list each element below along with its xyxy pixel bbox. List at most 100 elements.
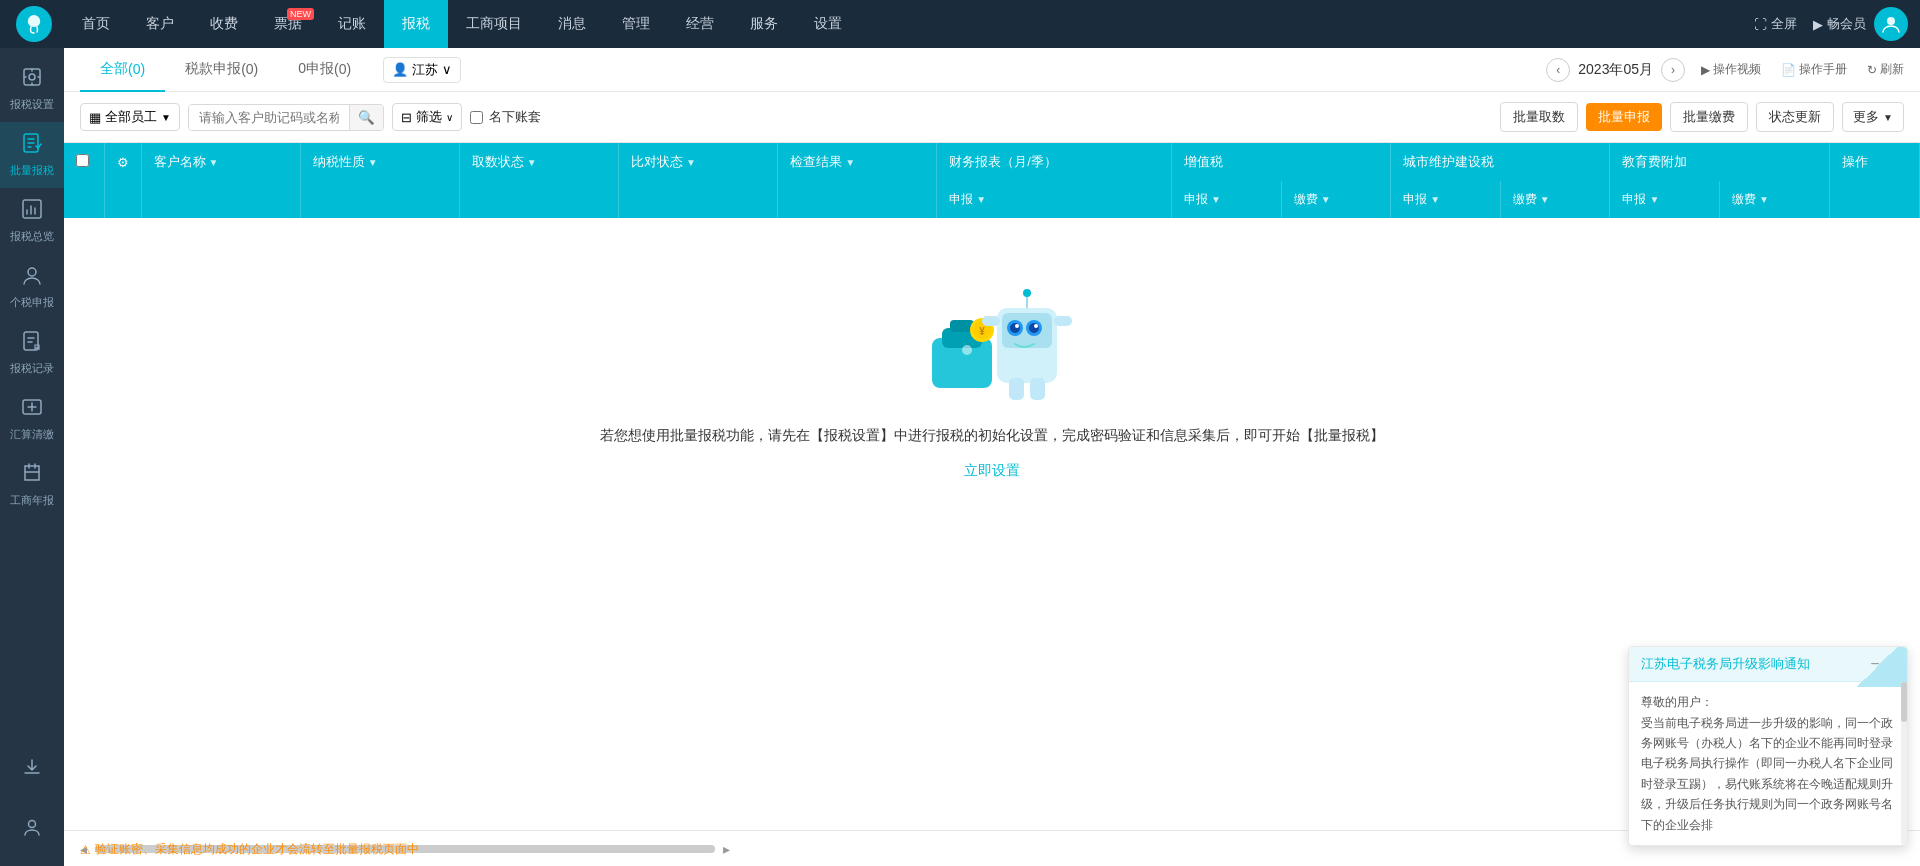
sidebar-item-personal-tax[interactable]: 个税申报 (0, 254, 64, 320)
search-input[interactable] (189, 105, 349, 130)
logo-icon (16, 6, 52, 42)
sidebar-download[interactable] (0, 738, 64, 798)
th-vat: 增值税 (1172, 143, 1391, 181)
notification-scroll-thumb (1901, 682, 1907, 722)
svg-point-8 (29, 821, 36, 828)
download-icon (22, 757, 42, 779)
top-right-actions: ⛶ 全屏 ▶ 畅会员 (1754, 7, 1908, 41)
user-avatar[interactable] (1874, 7, 1908, 41)
app-logo[interactable] (8, 0, 60, 48)
edu-declare-filter[interactable]: ▼ (1649, 194, 1659, 205)
nav-business[interactable]: 工商项目 (448, 0, 540, 48)
user-icon (22, 817, 42, 839)
nav-invoice[interactable]: 票据 NEW (256, 0, 320, 48)
nav-tax[interactable]: 报税 (384, 0, 448, 48)
nav-home[interactable]: 首页 (64, 0, 128, 48)
svg-rect-4 (23, 200, 41, 218)
city-declare-filter[interactable]: ▼ (1430, 194, 1440, 205)
batch-fetch-button[interactable]: 批量取数 (1500, 102, 1578, 132)
filter-button[interactable]: ⊟ 筛选 ∨ (392, 103, 462, 131)
nav-settings[interactable]: 设置 (796, 0, 860, 48)
more-button[interactable]: 更多 ▼ (1842, 102, 1904, 132)
sidebar-user[interactable] (0, 798, 64, 858)
region-dropdown[interactable]: 👤 江苏 ∨ (383, 57, 461, 83)
fetch-filter-icon[interactable]: ▼ (527, 157, 537, 168)
employee-select[interactable]: ▦ 全部员工 ▼ (80, 103, 180, 131)
th-city-tax: 城市维护建设税 (1391, 143, 1610, 181)
nav-customer[interactable]: 客户 (128, 0, 192, 48)
compare-filter-icon[interactable]: ▼ (686, 157, 696, 168)
scroll-right-arrow[interactable]: ▸ (723, 841, 730, 857)
th-sub-city-pay: 缴费▼ (1500, 181, 1610, 218)
edu-pay-filter[interactable]: ▼ (1759, 194, 1769, 205)
filter-icon: ⊟ (401, 110, 412, 125)
tax-nature-filter-icon[interactable]: ▼ (368, 157, 378, 168)
table-icon: ▦ (89, 110, 101, 125)
vat-declare-filter[interactable]: ▼ (1211, 194, 1221, 205)
setup-link[interactable]: 立即设置 (964, 462, 1020, 480)
batch-tax-icon (21, 132, 43, 159)
svg-point-29 (1023, 289, 1031, 297)
next-month-button[interactable]: › (1661, 58, 1685, 82)
nav-manage[interactable]: 管理 (604, 0, 668, 48)
prev-month-button[interactable]: ‹ (1546, 58, 1570, 82)
tab-tax-declare[interactable]: 税款申报(0) (165, 48, 278, 92)
member-button[interactable]: ▶ 畅会员 (1813, 15, 1866, 33)
tab-all[interactable]: 全部(0) (80, 48, 165, 92)
status-update-button[interactable]: 状态更新 (1756, 102, 1834, 132)
fullscreen-button[interactable]: ⛶ 全屏 (1754, 15, 1797, 33)
notification-minimize[interactable]: − (1870, 655, 1879, 673)
nav-message[interactable]: 消息 (540, 0, 604, 48)
notification-close-button[interactable]: × (1886, 655, 1895, 673)
th-sub-operation (1829, 181, 1919, 218)
client-filter-icon[interactable]: ▼ (209, 157, 219, 168)
th-sub-edu-declare: 申报▼ (1610, 181, 1720, 218)
th-sub-finance-declare: 申报▼ (937, 181, 1172, 218)
select-all-checkbox[interactable] (76, 154, 89, 167)
sidebar-item-tax-records[interactable]: 报税记录 (0, 320, 64, 386)
personal-tax-icon (21, 264, 43, 291)
finance-declare-filter[interactable]: ▼ (976, 194, 986, 205)
sidebar-bottom (0, 738, 64, 866)
nav-billing[interactable]: 收费 (192, 0, 256, 48)
chevron-down-icon: ∨ (442, 62, 452, 77)
th-client-name: 客户名称▼ (141, 143, 300, 181)
sidebar-item-batch-tax[interactable]: 批量报税 (0, 122, 64, 188)
under-account-checkbox-label[interactable]: 名下账套 (470, 108, 541, 126)
config-icon[interactable]: ⚙ (117, 155, 129, 170)
sidebar-item-settlement[interactable]: 汇算清缴 (0, 386, 64, 452)
refresh-icon: ↻ (1867, 63, 1877, 77)
refresh-button[interactable]: ↻ 刷新 (1867, 61, 1904, 78)
under-account-checkbox[interactable] (470, 111, 483, 124)
nav-operation[interactable]: 经营 (668, 0, 732, 48)
search-button[interactable]: 🔍 (349, 105, 383, 130)
toolbar-right: 批量取数 批量申报 批量缴费 状态更新 更多 ▼ (1500, 102, 1904, 132)
top-navigation: 首页 客户 收费 票据 NEW 记账 报税 工商项目 消息 管理 经营 服务 设… (0, 0, 1920, 48)
batch-declare-button[interactable]: 批量申报 (1586, 103, 1662, 131)
th-sub-empty6 (618, 181, 777, 218)
nav-service[interactable]: 服务 (732, 0, 796, 48)
tab-zero-declare[interactable]: 0申报(0) (278, 48, 371, 92)
sidebar-item-tax-overview[interactable]: 报税总览 (0, 188, 64, 254)
vat-pay-filter[interactable]: ▼ (1321, 194, 1331, 205)
sidebar-item-annual-report[interactable]: 工商年报 (0, 452, 64, 518)
video-tutorial-button[interactable]: ▶ 操作视频 (1701, 61, 1761, 78)
check-filter-icon[interactable]: ▼ (845, 157, 855, 168)
manual-button[interactable]: 📄 操作手册 (1781, 61, 1847, 78)
robot-illustration: ¥ (912, 278, 1072, 408)
nav-accounting[interactable]: 记账 (320, 0, 384, 48)
city-pay-filter[interactable]: ▼ (1540, 194, 1550, 205)
sidebar-item-tax-settings[interactable]: 报税设置 (0, 56, 64, 122)
tabs-actions: ▶ 操作视频 📄 操作手册 ↻ 刷新 (1701, 61, 1904, 78)
svg-point-15 (962, 345, 972, 355)
svg-rect-27 (1030, 378, 1045, 400)
warning-icon: ⚠ (80, 843, 91, 857)
th-fetch-status: 取数状态▼ (459, 143, 618, 181)
th-edu-tax: 教育费附加 (1610, 143, 1829, 181)
tax-settings-icon (21, 66, 43, 93)
batch-pay-button[interactable]: 批量缴费 (1670, 102, 1748, 132)
svg-point-2 (29, 74, 35, 80)
th-sub-empty1 (64, 181, 104, 218)
nav-items: 首页 客户 收费 票据 NEW 记账 报税 工商项目 消息 管理 经营 服务 设… (64, 0, 1754, 48)
notification-scrollbar[interactable] (1901, 682, 1907, 845)
